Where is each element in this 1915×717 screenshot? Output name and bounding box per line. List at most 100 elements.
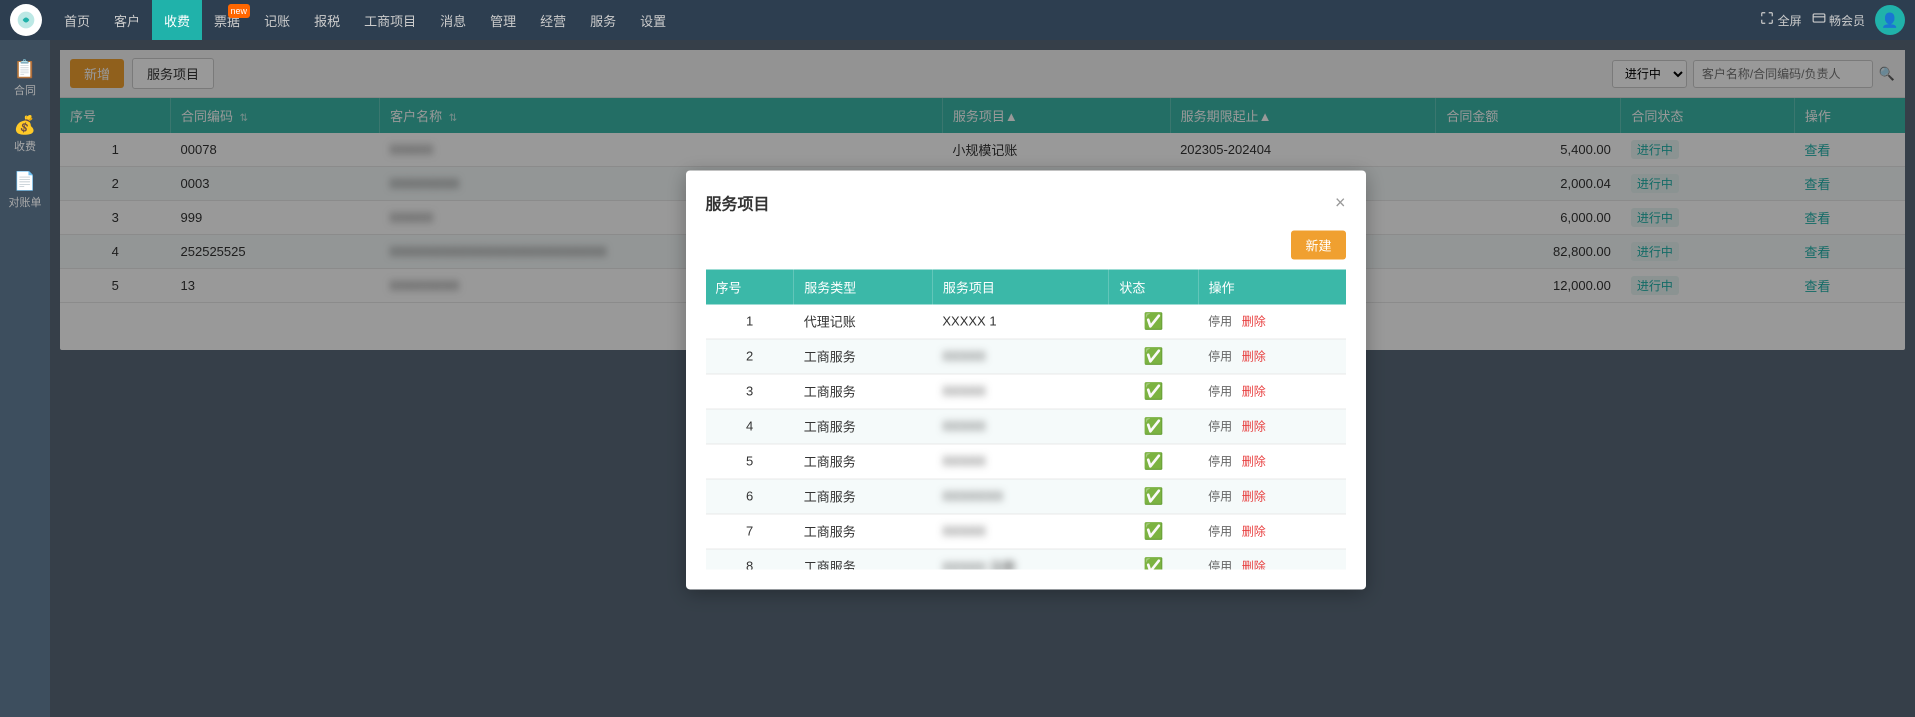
- modal-cell-seq: 2: [706, 338, 794, 373]
- stop-button[interactable]: 停用: [1208, 419, 1232, 433]
- delete-button[interactable]: 删除: [1242, 314, 1266, 328]
- status-check-icon: ✅: [1143, 558, 1163, 569]
- modal-table-row: 5 工商服务 XXXXX ✅ 停用 删除: [706, 443, 1346, 478]
- nav-right: 全屏 畅会员 👤: [1760, 5, 1905, 35]
- mth-status: 状态: [1109, 269, 1198, 304]
- nav-settings[interactable]: 设置: [628, 0, 678, 40]
- modal-table-row: 7 工商服务 XXXXX ✅ 停用 删除: [706, 513, 1346, 548]
- modal-cell-status: ✅: [1109, 408, 1198, 443]
- nav-industrial[interactable]: 工商项目: [352, 0, 428, 40]
- modal-cell-action[interactable]: 停用 删除: [1198, 478, 1345, 513]
- sidebar-item-statement[interactable]: 📄 对账单: [0, 162, 50, 218]
- modal-cell-status: ✅: [1109, 338, 1198, 373]
- modal-cell-action[interactable]: 停用 删除: [1198, 513, 1345, 548]
- modal-cell-action[interactable]: 停用 删除: [1198, 373, 1345, 408]
- modal-cell-status: ✅: [1109, 304, 1198, 339]
- modal-title: 服务项目: [706, 190, 770, 214]
- status-check-icon: ✅: [1143, 313, 1163, 330]
- modal-table-row: 2 工商服务 XXXXX ✅ 停用 删除: [706, 338, 1346, 373]
- delete-button[interactable]: 删除: [1242, 454, 1266, 468]
- modal-cell-status: ✅: [1109, 513, 1198, 548]
- sidebar-label-fee: 收费: [14, 138, 36, 154]
- modal-table-row: 4 工商服务 XXXXX ✅ 停用 删除: [706, 408, 1346, 443]
- status-check-icon: ✅: [1143, 348, 1163, 365]
- modal-cell-seq: 4: [706, 408, 794, 443]
- contract-icon: 📋: [14, 59, 36, 80]
- nav-operation[interactable]: 经营: [528, 0, 578, 40]
- sidebar: 📋 合同 💰 收费 📄 对账单: [0, 40, 50, 717]
- stop-button[interactable]: 停用: [1208, 454, 1232, 468]
- modal-cell-type: 代理记账: [794, 304, 933, 339]
- delete-button[interactable]: 删除: [1242, 349, 1266, 363]
- modal-table-row: 3 工商服务 XXXXX ✅ 停用 删除: [706, 373, 1346, 408]
- modal-cell-action[interactable]: 停用 删除: [1198, 338, 1345, 373]
- modal-cell-item: XXXXXXX: [932, 478, 1108, 513]
- delete-button[interactable]: 删除: [1242, 559, 1266, 569]
- nav-bill[interactable]: 票据 new: [202, 0, 252, 40]
- mth-action: 操作: [1198, 269, 1345, 304]
- modal-cell-action[interactable]: 停用 删除: [1198, 304, 1345, 339]
- nav-tax[interactable]: 报税: [302, 0, 352, 40]
- modal-cell-seq: 3: [706, 373, 794, 408]
- stop-button[interactable]: 停用: [1208, 559, 1232, 569]
- modal-cell-action[interactable]: 停用 删除: [1198, 408, 1345, 443]
- sidebar-item-contract[interactable]: 📋 合同: [0, 50, 50, 106]
- modal-header: 服务项目 ×: [706, 190, 1346, 214]
- avatar[interactable]: 👤: [1875, 5, 1905, 35]
- top-nav: 首页 客户 收费 票据 new 记账 报税 工商项目 消息 管理 经营 服务 设…: [0, 0, 1915, 40]
- modal-cell-seq: 1: [706, 304, 794, 339]
- modal-cell-type: 工商服务: [794, 478, 933, 513]
- modal-table: 序号 服务类型 服务项目 状态 操作 1 代理记账 XXXXX 1 ✅ 停用 删…: [706, 269, 1346, 569]
- sidebar-item-fee[interactable]: 💰 收费: [0, 106, 50, 162]
- nav-manage[interactable]: 管理: [478, 0, 528, 40]
- fullscreen-btn[interactable]: 全屏: [1760, 11, 1801, 29]
- delete-button[interactable]: 删除: [1242, 489, 1266, 503]
- badge-new: new: [228, 4, 251, 18]
- modal-cell-item: XXXXX 1: [932, 304, 1108, 339]
- modal-cell-item: XXXXX: [932, 338, 1108, 373]
- modal-cell-status: ✅: [1109, 548, 1198, 569]
- nav-message[interactable]: 消息: [428, 0, 478, 40]
- modal-cell-type: 工商服务: [794, 548, 933, 569]
- modal-cell-action[interactable]: 停用 删除: [1198, 548, 1345, 569]
- modal-cell-seq: 6: [706, 478, 794, 513]
- mth-seq: 序号: [706, 269, 794, 304]
- modal-cell-item: XXXXX: [932, 408, 1108, 443]
- modal-cell-seq: 5: [706, 443, 794, 478]
- stop-button[interactable]: 停用: [1208, 489, 1232, 503]
- modal-cell-item: XXXXX: [932, 513, 1108, 548]
- sidebar-label-contract: 合同: [14, 82, 36, 98]
- modal-close-button[interactable]: ×: [1335, 193, 1346, 211]
- nav-fee[interactable]: 收费: [152, 0, 202, 40]
- status-check-icon: ✅: [1143, 453, 1163, 470]
- nav-home[interactable]: 首页: [52, 0, 102, 40]
- new-service-button[interactable]: 新建: [1291, 230, 1345, 259]
- modal-cell-seq: 7: [706, 513, 794, 548]
- logo[interactable]: [10, 4, 42, 36]
- status-check-icon: ✅: [1143, 418, 1163, 435]
- stop-button[interactable]: 停用: [1208, 384, 1232, 398]
- modal-cell-action[interactable]: 停用 删除: [1198, 443, 1345, 478]
- modal-cell-type: 工商服务: [794, 338, 933, 373]
- modal-table-row: 6 工商服务 XXXXXXX ✅ 停用 删除: [706, 478, 1346, 513]
- modal-table-row: 8 工商服务 XXXXX 注册 ✅ 停用 删除: [706, 548, 1346, 569]
- nav-service[interactable]: 服务: [578, 0, 628, 40]
- stop-button[interactable]: 停用: [1208, 524, 1232, 538]
- nav-items: 首页 客户 收费 票据 new 记账 报税 工商项目 消息 管理 经营 服务 设…: [52, 0, 1760, 40]
- service-modal: 服务项目 × 新建 序号 服务类型 服务项目 状态 操作 1 代理记账 XXXX…: [686, 170, 1366, 589]
- modal-scroll[interactable]: 序号 服务类型 服务项目 状态 操作 1 代理记账 XXXXX 1 ✅ 停用 删…: [706, 269, 1346, 569]
- delete-button[interactable]: 删除: [1242, 419, 1266, 433]
- stop-button[interactable]: 停用: [1208, 349, 1232, 363]
- mth-item: 服务项目: [932, 269, 1108, 304]
- modal-cell-type: 工商服务: [794, 513, 933, 548]
- statement-icon: 📄: [14, 171, 36, 192]
- nav-bookkeeping[interactable]: 记账: [252, 0, 302, 40]
- modal-table-row: 1 代理记账 XXXXX 1 ✅ 停用 删除: [706, 304, 1346, 339]
- delete-button[interactable]: 删除: [1242, 384, 1266, 398]
- status-check-icon: ✅: [1143, 488, 1163, 505]
- nav-client[interactable]: 客户: [102, 0, 152, 40]
- stop-button[interactable]: 停用: [1208, 314, 1232, 328]
- modal-cell-type: 工商服务: [794, 408, 933, 443]
- member-btn[interactable]: 畅会员: [1812, 11, 1865, 29]
- delete-button[interactable]: 删除: [1242, 524, 1266, 538]
